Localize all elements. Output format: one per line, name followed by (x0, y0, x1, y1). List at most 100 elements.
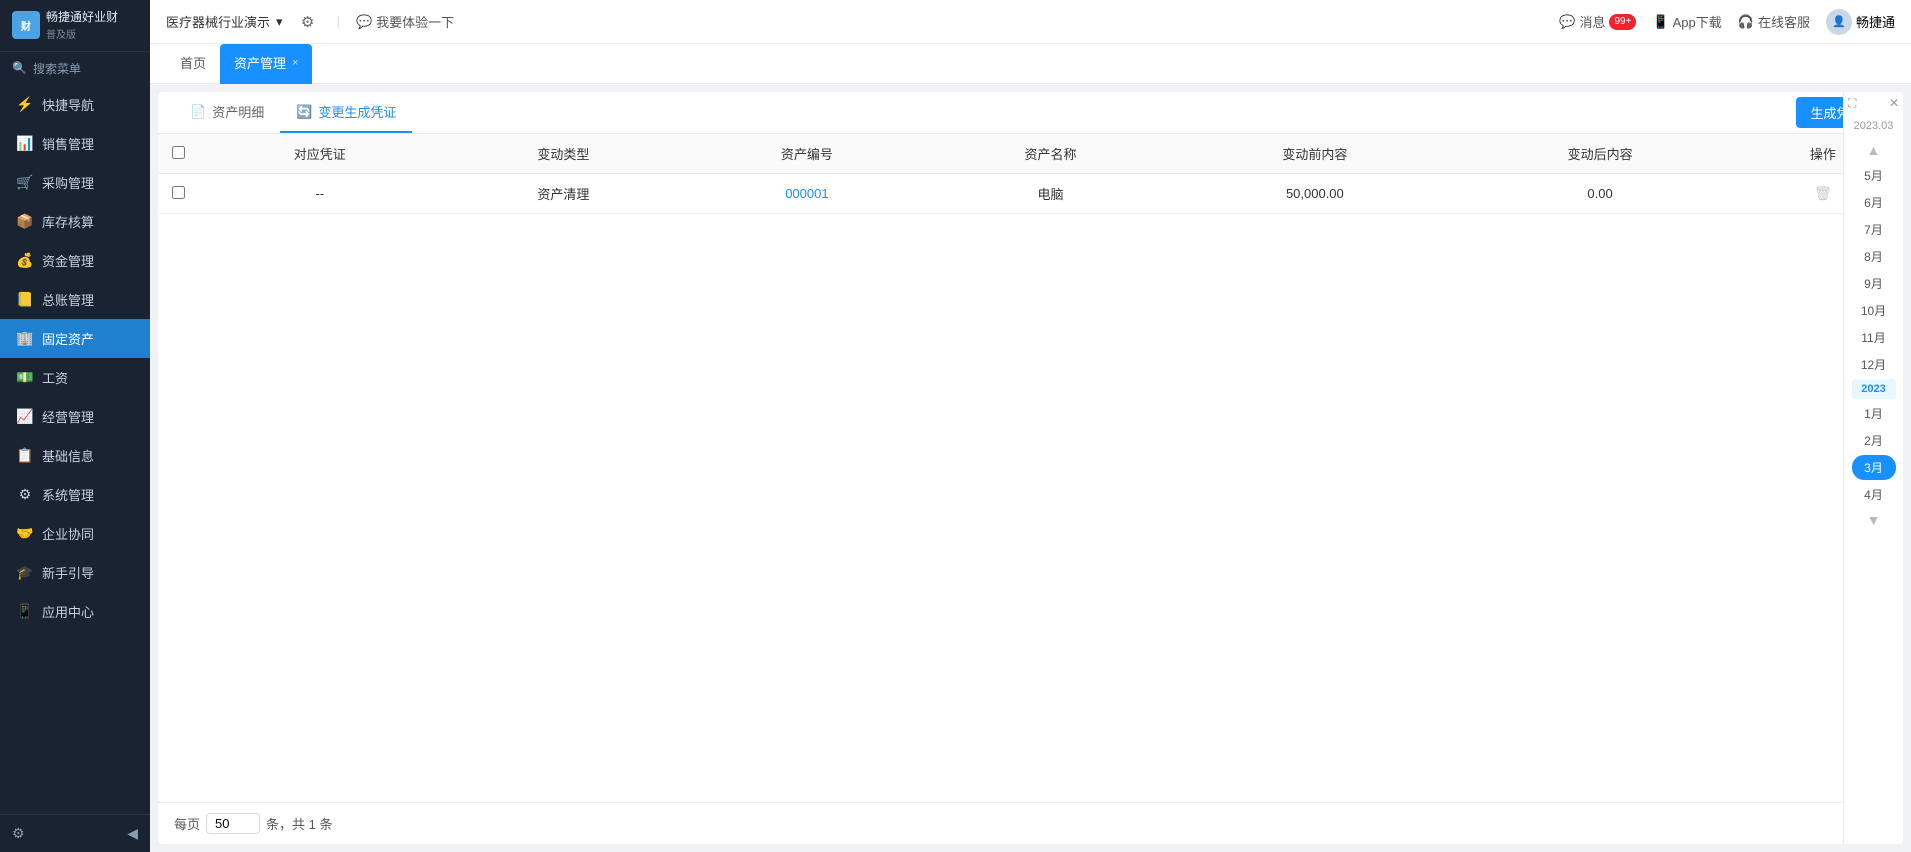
panel-year-header: 2023.03 (1854, 114, 1894, 138)
sidebar-item-operations-label: 经营管理 (42, 407, 94, 426)
month-12[interactable]: 12月 (1852, 352, 1896, 377)
user-name: 畅捷通 (1856, 12, 1895, 31)
table-row: -- 资产清理 000001 电脑 50,000.00 0.00 🗑 (158, 174, 1903, 214)
month-2[interactable]: 2月 (1852, 428, 1896, 453)
search-menu[interactable]: 🔍 搜索菜单 (0, 52, 150, 85)
message-icon: 💬 (1559, 14, 1575, 30)
sidebar-item-inventory-label: 库存核算 (42, 212, 94, 231)
tab-home[interactable]: 首页 (166, 44, 220, 84)
logo-sub: 普及版 (46, 26, 118, 41)
basic-info-icon: 📋 (16, 447, 34, 464)
month-11[interactable]: 11月 (1852, 325, 1896, 350)
month-1[interactable]: 1月 (1852, 401, 1896, 426)
sidebar-bottom: ⚙ ◀ (0, 814, 150, 852)
message-badge: 99+ (1609, 14, 1636, 30)
page-tabs: 首页 资产管理 × (150, 44, 1911, 84)
sidebar-item-purchase[interactable]: 🛒 采购管理 (0, 163, 150, 202)
sidebar-item-guide[interactable]: 🎓 新手引导 (0, 553, 150, 592)
month-6[interactable]: 6月 (1852, 190, 1896, 215)
online-service-btn[interactable]: 🎧 在线客服 (1738, 12, 1810, 31)
month-10[interactable]: 10月 (1852, 298, 1896, 323)
message-btn[interactable]: 💬 消息 99+ (1559, 12, 1636, 31)
sidebar-item-basic-info-label: 基础信息 (42, 446, 94, 465)
online-service-label: 在线客服 (1758, 12, 1810, 31)
operations-icon: 📈 (16, 408, 34, 425)
sidebar-item-sales[interactable]: 📊 销售管理 (0, 124, 150, 163)
panel-close-icon[interactable]: ✕ (1889, 96, 1899, 110)
sub-tab-asset-detail[interactable]: 📄 资产明细 (174, 92, 280, 133)
system-icon: ⚙ (16, 486, 34, 503)
sidebar-item-ledger[interactable]: 📒 总账管理 (0, 280, 150, 319)
sub-tab-change-voucher[interactable]: 🔄 变更生成凭证 (280, 92, 412, 133)
header-asset-no: 资产编号 (685, 134, 929, 174)
payroll-icon: 💵 (16, 369, 34, 386)
sidebar-item-app-center[interactable]: 📱 应用中心 (0, 592, 150, 631)
sidebar-item-ledger-label: 总账管理 (42, 290, 94, 309)
asset-detail-icon: 📄 (190, 104, 206, 120)
row-before: 50,000.00 (1172, 174, 1457, 214)
row-checkbox[interactable] (172, 186, 185, 199)
header-after: 变动后内容 (1457, 134, 1742, 174)
quick-nav-icon: ⚡ (16, 96, 34, 113)
user-menu[interactable]: 👤 畅捷通 (1826, 9, 1895, 35)
assets-table: 对应凭证 变动类型 资产编号 资产名称 变动前内容 变动后内容 操作 (158, 134, 1903, 214)
company-settings-icon[interactable]: ⚙ (295, 9, 321, 35)
sidebar-item-operations[interactable]: 📈 经营管理 (0, 397, 150, 436)
sidebar-item-purchase-label: 采购管理 (42, 173, 94, 192)
per-page-select[interactable]: 50 10 20 100 (206, 813, 260, 834)
sidebar-item-system[interactable]: ⚙ 系统管理 (0, 475, 150, 514)
sidebar-item-funds-label: 资金管理 (42, 251, 94, 270)
topbar: 医疗器械行业演示 ▾ ⚙ | 💬 我要体验一下 💬 消息 99+ 📱 App下载… (150, 0, 1911, 44)
right-panel: ⛶ ✕ 2023.03 ▲ 5月 6月 7月 8月 9月 10月 11月 12月… (1843, 92, 1903, 844)
sidebar-item-funds[interactable]: 💰 资金管理 (0, 241, 150, 280)
panel-expand-icon[interactable]: ⛶ (1848, 96, 1856, 111)
header-voucher: 对应凭证 (198, 134, 442, 174)
settings-icon[interactable]: ⚙ (12, 825, 25, 842)
feedback-btn[interactable]: 💬 我要体验一下 (356, 12, 454, 31)
company-selector[interactable]: 医疗器械行业演示 ▾ (166, 12, 283, 31)
sidebar-item-payroll[interactable]: 💵 工资 (0, 358, 150, 397)
app-download-label: App下载 (1673, 12, 1722, 31)
sub-tabs: 📄 资产明细 🔄 变更生成凭证 生成凭证 ▾ (158, 92, 1903, 134)
select-all-header (158, 134, 198, 174)
feedback-label: 我要体验一下 (376, 12, 454, 31)
sidebar-item-quick-nav[interactable]: ⚡ 快捷导航 (0, 85, 150, 124)
month-8[interactable]: 8月 (1852, 244, 1896, 269)
sidebar-item-sales-label: 销售管理 (42, 134, 94, 153)
content-area: 📄 资产明细 🔄 变更生成凭证 生成凭证 ▾ 对应凭证 (158, 92, 1903, 844)
sidebar-item-enterprise[interactable]: 🤝 企业协同 (0, 514, 150, 553)
month-7[interactable]: 7月 (1852, 217, 1896, 242)
company-name: 医疗器械行业演示 (166, 12, 270, 31)
sidebar: 财 畅捷通好业财 普及版 🔍 搜索菜单 ⚡ 快捷导航 📊 销售管理 🛒 采购管理… (0, 0, 150, 852)
pagination: 每页 50 10 20 100 条，共 1 条 (158, 802, 1903, 844)
scroll-down-icon[interactable]: ▼ (1863, 508, 1885, 532)
row-voucher: -- (198, 174, 442, 214)
row-after: 0.00 (1457, 174, 1742, 214)
month-5[interactable]: 5月 (1852, 163, 1896, 188)
month-3[interactable]: 3月 (1852, 455, 1896, 480)
guide-icon: 🎓 (16, 564, 34, 581)
month-9[interactable]: 9月 (1852, 271, 1896, 296)
sales-icon: 📊 (16, 135, 34, 152)
scroll-up-icon[interactable]: ▲ (1863, 138, 1885, 162)
app-download-btn[interactable]: 📱 App下载 (1652, 12, 1721, 31)
row-asset-name: 电脑 (929, 174, 1173, 214)
tab-close-icon[interactable]: × (292, 57, 298, 69)
sidebar-item-fixed-assets-label: 固定资产 (42, 329, 94, 348)
sidebar-item-system-label: 系统管理 (42, 485, 94, 504)
delete-row-icon[interactable]: 🗑 (1814, 185, 1832, 201)
purchase-icon: 🛒 (16, 174, 34, 191)
month-4[interactable]: 4月 (1852, 482, 1896, 507)
per-page-label: 每页 (174, 814, 200, 833)
logo-icon: 财 (12, 11, 40, 39)
collapse-icon[interactable]: ◀ (127, 825, 138, 842)
sidebar-item-fixed-assets[interactable]: 🏢 固定资产 (0, 319, 150, 358)
sidebar-item-guide-label: 新手引导 (42, 563, 94, 582)
sidebar-item-inventory[interactable]: 📦 库存核算 (0, 202, 150, 241)
sidebar-item-basic-info[interactable]: 📋 基础信息 (0, 436, 150, 475)
company-dropdown-icon: ▾ (276, 14, 283, 30)
select-all-checkbox[interactable] (172, 146, 185, 159)
row-asset-no[interactable]: 000001 (685, 174, 929, 214)
tab-assets[interactable]: 资产管理 × (220, 44, 312, 84)
search-menu-label: 搜索菜单 (33, 60, 81, 77)
